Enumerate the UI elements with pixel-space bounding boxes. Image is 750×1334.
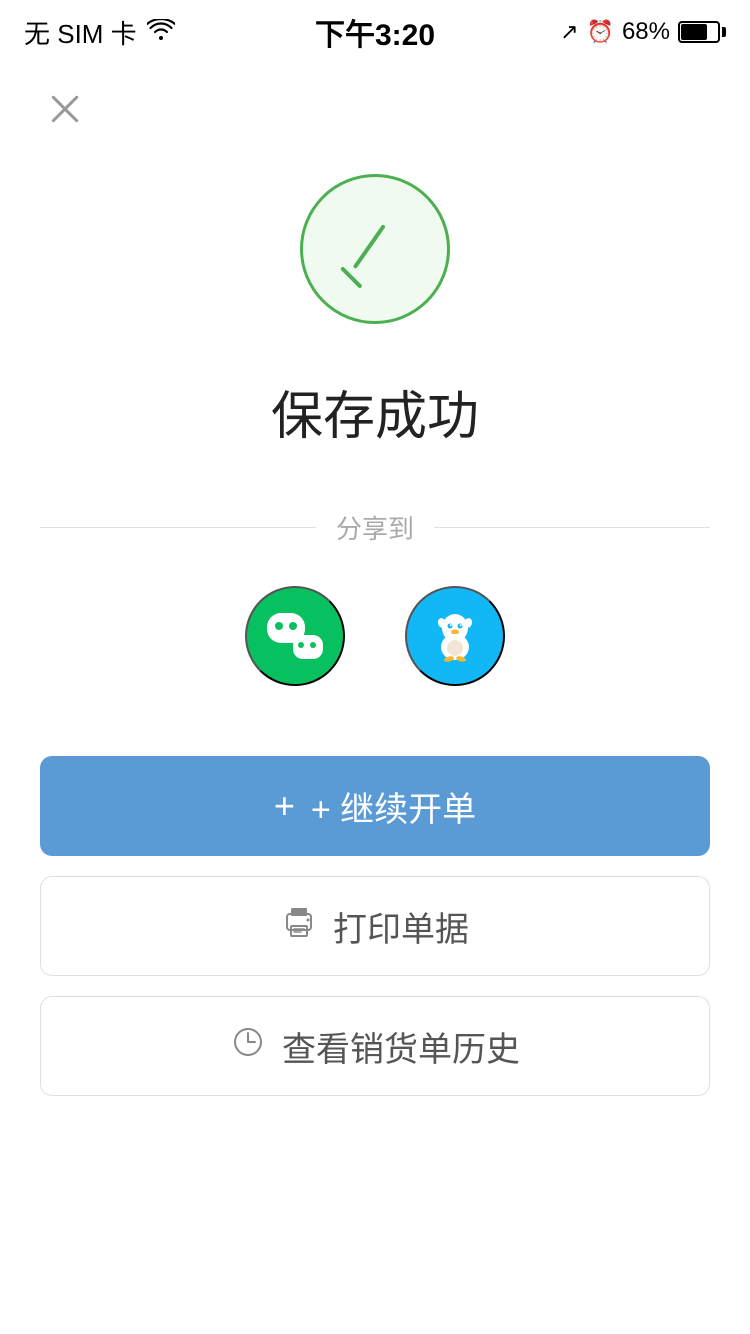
history-label: 查看销货单历史 — [282, 1022, 520, 1071]
success-circle — [300, 174, 450, 324]
qq-penguin-icon — [429, 610, 481, 662]
status-indicators: ↗ ⏰ 68% — [560, 18, 726, 46]
share-label: 分享到 — [336, 509, 414, 546]
main-content: 保存成功 分享到 — [0, 64, 750, 1156]
divider-left — [40, 527, 316, 528]
plus-icon: + — [274, 785, 295, 827]
continue-button[interactable]: + + 继续开单 — [40, 756, 710, 856]
battery-percent: 68% — [622, 18, 670, 46]
print-label: 打印单据 — [333, 902, 469, 951]
status-time: 下午3:20 — [315, 10, 435, 54]
history-button[interactable]: 查看销货单历史 — [40, 996, 710, 1096]
close-button[interactable] — [40, 84, 90, 134]
status-bar: 无 SIM 卡 下午3:20 ↗ ⏰ 68% — [0, 0, 750, 64]
success-title: 保存成功 — [271, 374, 479, 449]
wechat-share-button[interactable] — [245, 586, 345, 686]
checkmark-icon — [340, 222, 410, 277]
action-buttons: + + 继续开单 打印单据 — [40, 756, 710, 1096]
share-icons-row — [245, 586, 505, 686]
location-icon: ↗ — [560, 19, 578, 45]
battery-icon — [678, 21, 726, 43]
print-button[interactable]: 打印单据 — [40, 876, 710, 976]
status-carrier: 无 SIM 卡 — [24, 14, 175, 51]
continue-label: + 继续开单 — [311, 782, 476, 831]
qq-share-button[interactable] — [405, 586, 505, 686]
wechat-logo-icon — [267, 613, 323, 659]
alarm-icon: ⏰ — [587, 19, 614, 45]
carrier-text: 无 SIM 卡 — [24, 14, 137, 51]
printer-icon — [281, 904, 317, 949]
divider-right — [434, 527, 710, 528]
close-x-icon — [47, 91, 83, 127]
share-divider: 分享到 — [40, 509, 710, 546]
wifi-icon — [147, 17, 175, 48]
history-icon — [230, 1024, 266, 1069]
